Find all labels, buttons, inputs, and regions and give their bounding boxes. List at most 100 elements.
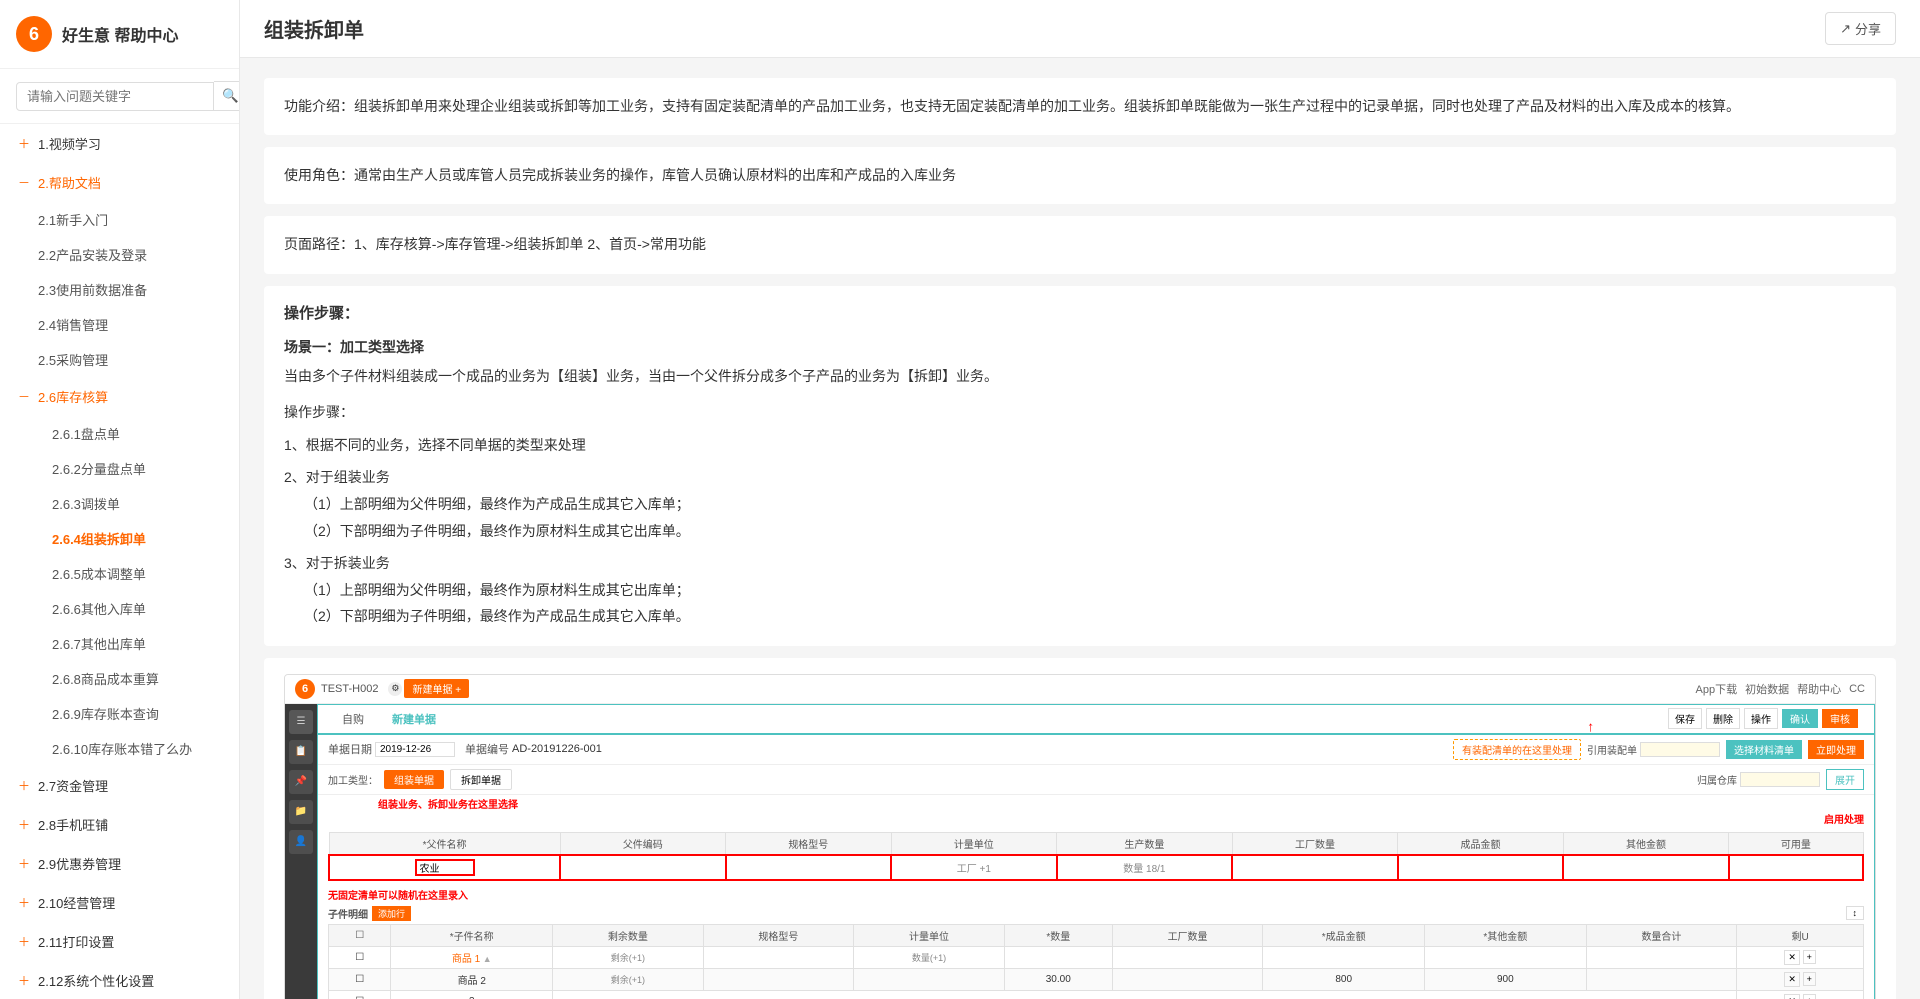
steps-title: 操作步骤： xyxy=(284,302,1876,323)
scenario1-desc: 当由多个子件材料组装成一个成品的业务为【组装】业务，当由一个父件拆分成多个子产品… xyxy=(284,363,1876,390)
ss-tab-new[interactable]: 新建单据 xyxy=(378,705,450,735)
sidebar-item-other-in[interactable]: 2.6.6其他入库单 xyxy=(0,591,239,626)
sidebar-item-newbie[interactable]: 2.1新手入门 xyxy=(0,202,239,237)
ss-upper-table: *父件名称 父件编码 规格型号 计量单位 生产数量 工厂数量 成品金额 其他金额 xyxy=(328,832,1864,881)
ss-lower-cell-name-1: 商品 1 ▲ xyxy=(391,946,553,968)
ss-date-input[interactable] xyxy=(375,742,455,757)
sidebar-item-costadj[interactable]: 2.6.5成本调整单 xyxy=(0,556,239,591)
ss-upper-name-input[interactable] xyxy=(415,859,475,876)
sidebar-item-print[interactable]: ＋ 2.11打印设置 xyxy=(0,922,239,961)
sidebar-item-helpdoc[interactable]: － 2.帮助文档 xyxy=(0,163,239,202)
ss-search-field: 引用装配单 xyxy=(1587,742,1720,757)
sidebar-item-video[interactable]: ＋ 1.视频学习 xyxy=(0,124,239,163)
ss-upper-table-area: *父件名称 父件编码 规格型号 计量单位 生产数量 工厂数量 成品金额 其他金额 xyxy=(318,828,1874,885)
sidebar-item-stockcheck[interactable]: 2.6.1盘点单 xyxy=(0,416,239,451)
ss-sidebar-icon-1[interactable]: ☰ xyxy=(289,710,313,734)
sidebar-item-coupon[interactable]: ＋ 2.9优惠券管理 xyxy=(0,844,239,883)
steps-sub-title: 操作步骤： xyxy=(284,399,1876,426)
ss-right-icons: App下载 初始数据 帮助中心 CC xyxy=(1696,681,1865,697)
ss-content-area: ☰ 📋 📌 📁 👤 自购 新建单据 保存 xyxy=(285,704,1875,999)
path-intro-block: 页面路径：1、库存核算->库存管理->组装拆卸单 2、首页->常用功能 xyxy=(264,216,1896,273)
ss-expand-btn[interactable]: 展开 xyxy=(1826,769,1864,790)
step2-2: （2）下部明细为子件明细，最终作为原材料生成其它出库单。 xyxy=(284,518,1876,545)
ss-disassembly-btn[interactable]: 拆卸单据 xyxy=(450,769,512,790)
ss-lower-row-2: ☐ 商品 2 剩余(+1) 30.00 800 900 xyxy=(329,968,1864,990)
ss-material-list-btn[interactable]: 选择材料清单 xyxy=(1726,740,1802,759)
ss-upper-cell-amount xyxy=(1398,855,1564,880)
ss-process-btn[interactable]: 立即处理 xyxy=(1808,740,1864,759)
ss-lower-cell-fq-2 xyxy=(1112,968,1263,990)
role-intro-text: 使用角色：通常由生产人员或库管人员完成拆装业务的操作，库管人员确认原材料的出库和… xyxy=(284,163,1876,188)
ss-lower-del-1[interactable]: ✕ xyxy=(1784,950,1800,965)
ss-add-row-btn[interactable]: 添加行 xyxy=(372,906,411,921)
ss-type-area: 加工类型： 组装单据 拆卸单据 归属仓库 展开 xyxy=(318,765,1874,795)
ss-lower-th-check: ☐ xyxy=(329,924,391,946)
ss-operation-btn[interactable]: 操作 xyxy=(1744,708,1778,729)
ss-sidebar-icon-3[interactable]: 📌 xyxy=(289,770,313,794)
search-input[interactable] xyxy=(16,82,214,111)
sidebar-item-other-out[interactable]: 2.6.7其他出库单 xyxy=(0,626,239,661)
sidebar-item-stocksplit[interactable]: 2.6.2分量盘点单 xyxy=(0,451,239,486)
sidebar-item-sales[interactable]: 2.4销售管理 xyxy=(0,307,239,342)
sidebar-item-install[interactable]: 2.2产品安装及登录 xyxy=(0,237,239,272)
ss-sidebar-icon-4[interactable]: 📁 xyxy=(289,800,313,824)
ss-new-doc-btn[interactable]: 新建单据 + xyxy=(404,679,469,698)
share-button[interactable]: ↗ 分享 xyxy=(1825,12,1896,45)
annotation-type-label: 组装业务、拆卸业务在这里选择 xyxy=(378,796,518,811)
ss-lower-del-2[interactable]: ✕ xyxy=(1784,972,1800,987)
ss-upper-cell-code xyxy=(560,855,726,880)
sidebar-item-mobile[interactable]: ＋ 2.8手机旺铺 xyxy=(0,805,239,844)
ss-approve-btn[interactable]: 审核 xyxy=(1822,709,1858,728)
sidebar-item-stock-err[interactable]: 2.6.10库存账本错了么办 xyxy=(0,731,239,766)
ss-sidebar-icon-2[interactable]: 📋 xyxy=(289,740,313,764)
ss-lower-cell-fq-1 xyxy=(1112,946,1263,968)
ss-lower-add-1[interactable]: + xyxy=(1803,950,1816,964)
plus-icon-system: ＋ xyxy=(16,973,32,989)
ss-upper-th-8: 其他金额 xyxy=(1563,832,1729,855)
sidebar-item-purchase[interactable]: 2.5采购管理 xyxy=(0,342,239,377)
ss-lower-th-2: 剩余数量 xyxy=(553,924,704,946)
ss-lower-add-3[interactable]: + xyxy=(1803,994,1816,999)
init-data-link[interactable]: 初始数据 xyxy=(1745,681,1789,697)
ss-lower-table: ☐ *子件名称 剩余数量 规格型号 计量单位 *数量 工厂数量 *成品金额 *其 xyxy=(328,924,1864,999)
sidebar-item-cost-calc[interactable]: 2.6.8商品成本重算 xyxy=(0,661,239,696)
ss-expand-lower-btn[interactable]: ↕ xyxy=(1846,906,1865,920)
sidebar-item-system[interactable]: ＋ 2.12系统个性化设置 xyxy=(0,961,239,999)
screenshot-block: 6 TEST-H002 ⚙ 新建单据 + App下载 初始数据 帮助中心 CC xyxy=(264,658,1896,999)
plus-icon-print: ＋ xyxy=(16,934,32,950)
sidebar-item-data[interactable]: 2.3使用前数据准备 xyxy=(0,272,239,307)
ss-tab-zougou[interactable]: 自购 xyxy=(328,705,378,735)
ss-upper-cell-unit: 工厂 +1 xyxy=(891,855,1057,880)
top-bar: 组装拆卸单 ↗ 分享 xyxy=(240,0,1920,58)
ss-lower-del-3[interactable]: ✕ xyxy=(1784,994,1800,999)
ss-delete-btn[interactable]: 删除 xyxy=(1706,708,1740,729)
ss-upper-cell-qty: 数量 18/1 xyxy=(1057,855,1233,880)
ss-assembly-btn[interactable]: 组装单据 xyxy=(384,770,444,789)
ss-save-btn[interactable]: 保存 xyxy=(1668,708,1702,729)
ss-confirm-btn[interactable]: 确认 xyxy=(1782,709,1818,728)
screenshot-container: 6 TEST-H002 ⚙ 新建单据 + App下载 初始数据 帮助中心 CC xyxy=(284,674,1876,999)
sidebar-item-assembly[interactable]: 2.6.4组装拆卸单 xyxy=(0,521,239,556)
ss-lower-th-5: *数量 xyxy=(1004,924,1112,946)
ss-lower-cell-other-1 xyxy=(1425,946,1587,968)
sidebar-item-operation[interactable]: ＋ 2.10经营管理 xyxy=(0,883,239,922)
main-area: 组装拆卸单 ↗ 分享 功能介绍：组装拆卸单用来处理企业组装或拆卸等加工业务，支持… xyxy=(240,0,1920,999)
ss-header-area: 单据日期 单据编号 AD-20191226-001 有装配清单的在这里处理 xyxy=(318,735,1874,765)
sidebar-item-finance[interactable]: ＋ 2.7资金管理 xyxy=(0,766,239,805)
ss-upper-cell-spec xyxy=(726,855,892,880)
app-download-link[interactable]: App下载 xyxy=(1696,681,1738,697)
search-button[interactable]: 🔍 xyxy=(214,81,240,111)
ss-lower-th-3: 规格型号 xyxy=(703,924,854,946)
ss-sidebar-icon-5[interactable]: 👤 xyxy=(289,830,313,854)
ss-lower-th-1: *子件名称 xyxy=(391,924,553,946)
ss-warehouse-input[interactable] xyxy=(1740,772,1820,787)
ss-search-input[interactable] xyxy=(1640,742,1720,757)
help-center-link[interactable]: 帮助中心 xyxy=(1797,681,1841,697)
sidebar-item-inventory[interactable]: － 2.6库存核算 xyxy=(0,377,239,416)
sidebar-item-transfer[interactable]: 2.6.3调拨单 xyxy=(0,486,239,521)
ss-lower-cell-name-2: 商品 2 xyxy=(391,968,553,990)
ss-number-field: 单据编号 AD-20191226-001 xyxy=(465,741,602,757)
ss-upper-th-2: 父件编码 xyxy=(560,832,726,855)
ss-lower-add-2[interactable]: + xyxy=(1803,972,1816,986)
sidebar-item-stock-query[interactable]: 2.6.9库存账本查询 xyxy=(0,696,239,731)
